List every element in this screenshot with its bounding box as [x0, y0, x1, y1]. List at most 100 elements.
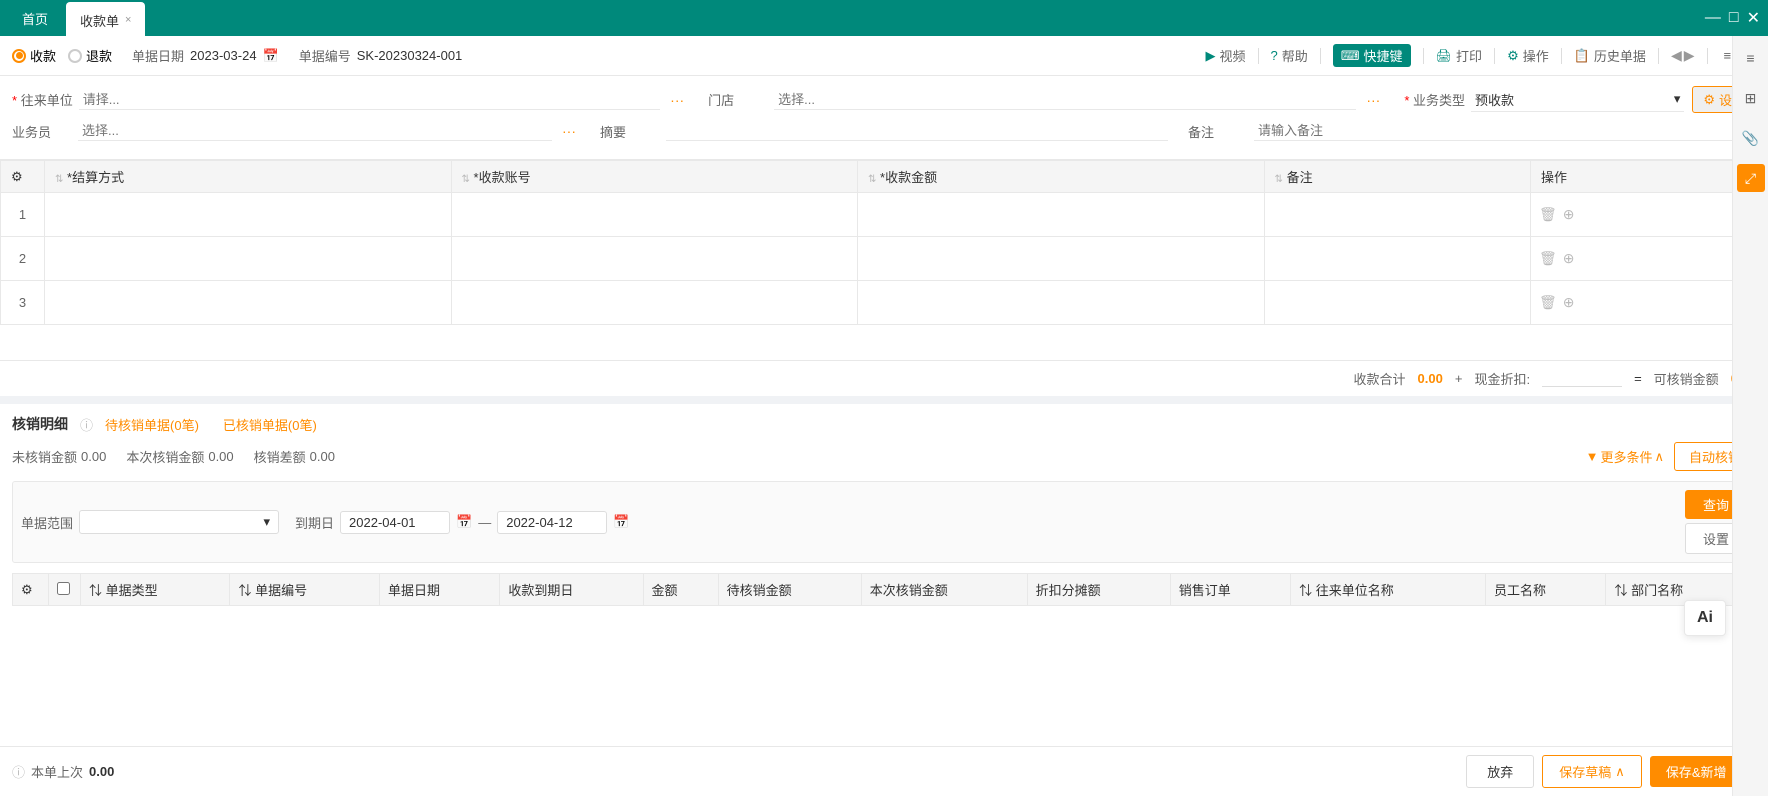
shortcut-icon: ⌨ [1341, 48, 1360, 64]
unreconciled-label: 未核销金额 [12, 447, 77, 466]
row3-ops-group: 🗑 ⊕ [1539, 294, 1759, 311]
calendar-icon[interactable]: 📅 [263, 48, 279, 64]
row2-delete-button[interactable]: 🗑 [1539, 250, 1557, 267]
col-settlement-label: *结算方式 [67, 170, 124, 185]
tab-completed[interactable]: 已核销单据(0笔) [223, 415, 317, 434]
rcol-doc-type: ⇅ 单据类型 [81, 574, 230, 606]
radio-shoukuan-circle [12, 49, 26, 63]
remarks-input[interactable] [1254, 121, 1756, 141]
minimize-button[interactable]: — [1705, 9, 1721, 27]
staff-more-button[interactable]: ··· [558, 123, 580, 139]
current-reconcile-stat: 本次核销金额 0.00 [126, 447, 233, 466]
row2-account[interactable] [451, 237, 858, 281]
filter-icon: ▼ [1586, 449, 1599, 464]
col-remarks: ⇅ 备注 [1264, 161, 1530, 193]
restore-button[interactable]: □ [1729, 9, 1739, 27]
shortcut-label: 快捷键 [1364, 46, 1403, 65]
discount-input[interactable] [1542, 371, 1622, 387]
due-date-to-input[interactable] [497, 511, 607, 534]
select-all-checkbox[interactable] [57, 582, 70, 595]
shop-more-button[interactable]: ··· [1362, 92, 1384, 108]
rcol-from-unit: ⇅ 往来单位名称 [1291, 574, 1486, 606]
sort-icon: ⇅ [55, 174, 63, 185]
tab-close-button[interactable]: × [125, 14, 131, 26]
radio-tuikuan[interactable]: 退款 [68, 46, 112, 65]
right-panel-icon2[interactable]: ⊞ [1737, 84, 1765, 112]
bottom-info-label: 本单上次 [31, 762, 83, 781]
video-label: 视频 [1219, 46, 1245, 65]
business-type-select[interactable]: 预收款 ▾ [1471, 88, 1684, 112]
from-unit-more-button[interactable]: ··· [666, 92, 688, 108]
from-unit-label: * 往来单位 [12, 90, 73, 109]
col-account-label: *收款账号 [474, 170, 531, 185]
shortcut-button[interactable]: ⌨ 快捷键 [1333, 44, 1411, 67]
num-value: SK-20230324-001 [357, 48, 463, 63]
row1-amount[interactable] [858, 193, 1265, 237]
tab-current[interactable]: 收款单 × [66, 2, 145, 38]
right-panel-icon1[interactable]: ≡ [1737, 44, 1765, 72]
reconcile-section: 核销明细 ⓘ 待核销单据(0笔) 已核销单据(0笔) 未核销金额 0.00 本次… [0, 396, 1768, 616]
close-button[interactable]: ✕ [1747, 8, 1760, 28]
form-area: * 往来单位 ··· 门店 ··· * 业务类型 预收款 ▾ [0, 76, 1768, 160]
right-panel-icon4[interactable]: ⤢ [1737, 164, 1765, 192]
nav-right-icon[interactable]: ▶ [1684, 47, 1695, 64]
help-button[interactable]: ? 帮助 [1271, 46, 1308, 65]
due-date-from-input[interactable] [340, 511, 450, 534]
range-select[interactable]: ▾ [79, 510, 279, 534]
row2-copy-button[interactable]: ⊕ [1563, 250, 1575, 267]
toolbar-divider1 [1258, 48, 1259, 64]
row2-amount[interactable] [858, 237, 1265, 281]
shop-field: 门店 ··· [708, 90, 1384, 110]
shop-input[interactable] [774, 90, 1356, 110]
cal-from-icon[interactable]: 📅 [456, 514, 472, 530]
row1-account[interactable] [451, 193, 858, 237]
reconcile-table-area: ⚙ ⇅ 单据类型 ⇅ 单据编号 单据日期 收款到期日 金额 待 [12, 573, 1756, 606]
reconcile-stats: 未核销金额 0.00 本次核销金额 0.00 核销差额 0.00 ▼ 更多条件 … [12, 442, 1756, 471]
ops-button[interactable]: ⚙ 操作 [1507, 46, 1549, 65]
row3-settlement[interactable] [45, 281, 452, 325]
from-unit-input[interactable] [79, 90, 660, 110]
row1-delete-button[interactable]: 🗑 [1539, 206, 1557, 223]
rcol-settings[interactable]: ⚙ [13, 574, 49, 606]
discard-button[interactable]: 放弃 [1466, 755, 1534, 788]
row3-amount[interactable] [858, 281, 1265, 325]
range-chevron-icon: ▾ [263, 514, 270, 530]
toolbar-divider5 [1561, 48, 1562, 64]
date-field: 单据日期 2023-03-24 📅 [132, 46, 279, 65]
history-button[interactable]: 📋 历史单据 [1574, 46, 1646, 65]
radio-shoukuan[interactable]: 收款 [12, 46, 56, 65]
save-draft-button[interactable]: 保存草稿 ∧ [1542, 755, 1642, 788]
col-settings[interactable]: ⚙ [1, 161, 45, 193]
row1-settlement[interactable] [45, 193, 452, 237]
row3-account[interactable] [451, 281, 858, 325]
tab-home[interactable]: 首页 [8, 0, 62, 36]
reconcile-header: 核销明细 ⓘ 待核销单据(0笔) 已核销单据(0笔) [12, 414, 1756, 434]
table-row: 3 🗑 ⊕ [1, 281, 1768, 325]
ai-badge[interactable]: Ai [1684, 600, 1726, 636]
summary-input[interactable] [666, 121, 1168, 141]
row3-copy-button[interactable]: ⊕ [1563, 294, 1575, 311]
row2-remarks[interactable] [1264, 237, 1530, 281]
info-icon: ⓘ [80, 415, 93, 434]
rsort2: ⇅ [238, 583, 251, 598]
available-label: 可核销金额 [1654, 369, 1719, 388]
print-button[interactable]: 🖨 打印 [1436, 46, 1483, 65]
tab-pending[interactable]: 待核销单据(0笔) [105, 415, 199, 434]
toolbar-divider7 [1707, 48, 1708, 64]
remarks-label: 备注 [1188, 122, 1248, 141]
row1-copy-button[interactable]: ⊕ [1563, 206, 1575, 223]
unreconciled-stat: 未核销金额 0.00 [12, 447, 106, 466]
video-button[interactable]: ▶ 视频 [1205, 46, 1245, 65]
row2-settlement[interactable] [45, 237, 452, 281]
diff-value: 0.00 [310, 449, 335, 464]
row1-remarks[interactable] [1264, 193, 1530, 237]
cal-to-icon[interactable]: 📅 [613, 514, 629, 530]
more-conditions-button[interactable]: ▼ 更多条件 ∧ [1586, 447, 1664, 466]
remarks-field: 备注 [1188, 121, 1756, 141]
row3-delete-button[interactable]: 🗑 [1539, 294, 1557, 311]
row3-remarks[interactable] [1264, 281, 1530, 325]
staff-input[interactable] [78, 121, 552, 141]
history-label: 历史单据 [1594, 46, 1646, 65]
nav-left-icon[interactable]: ◀ [1671, 47, 1682, 64]
right-panel-icon3[interactable]: 📎 [1737, 124, 1765, 152]
